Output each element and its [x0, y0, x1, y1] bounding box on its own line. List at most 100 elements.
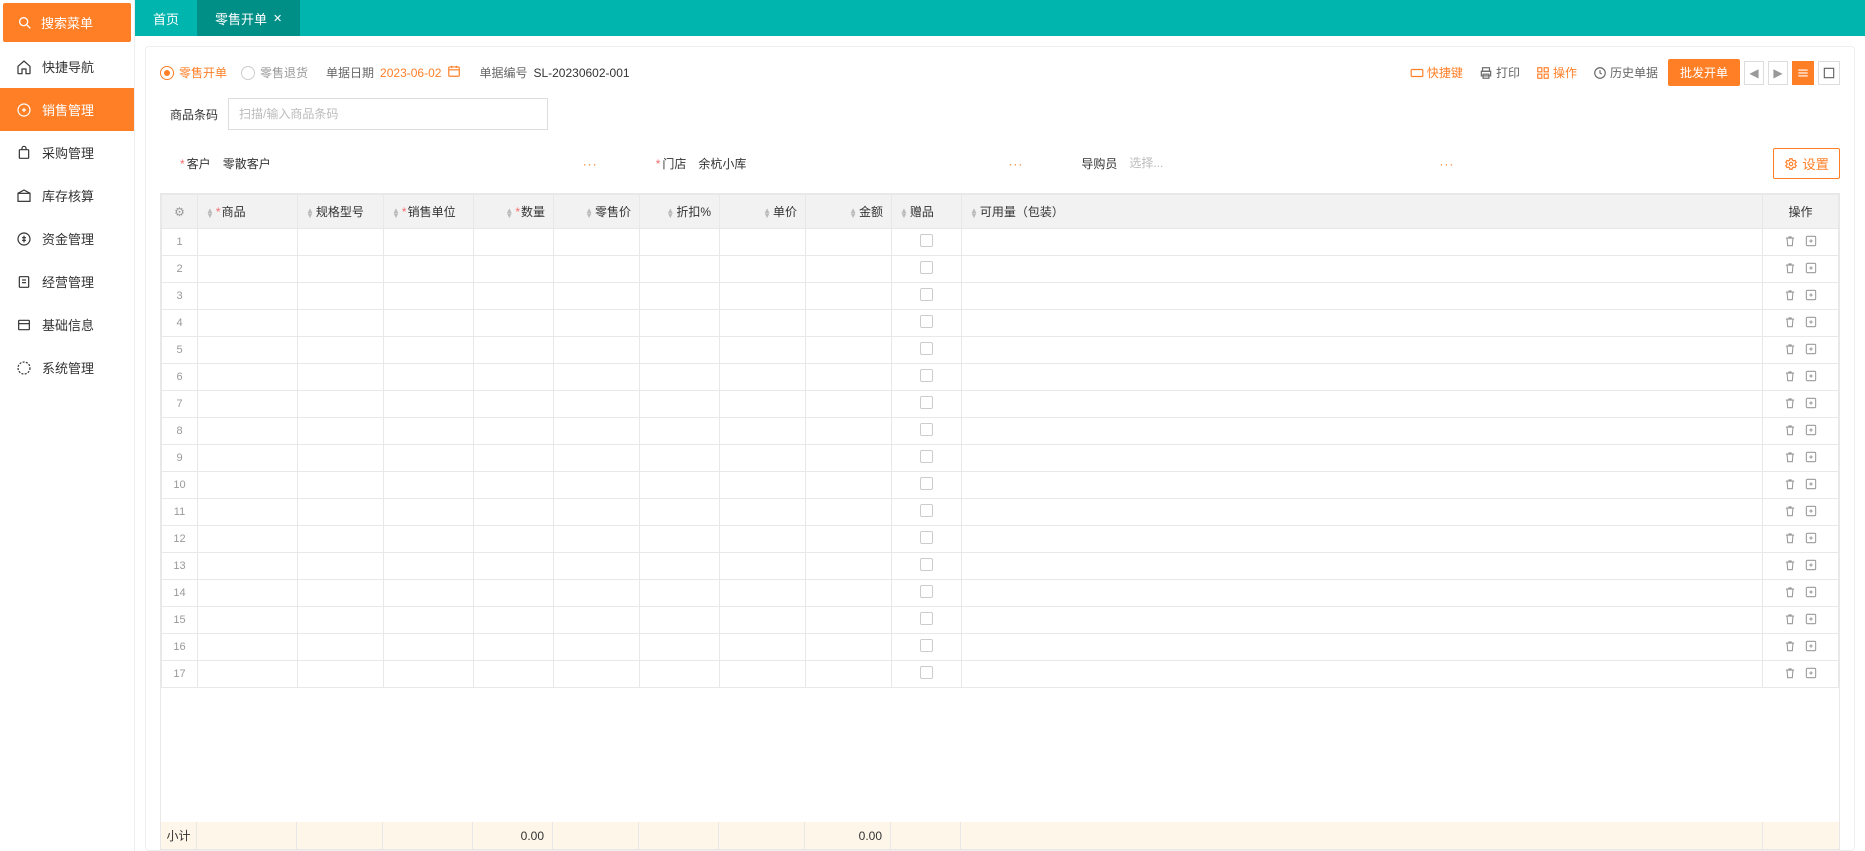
cell-gift[interactable] [892, 391, 962, 418]
cell-discount[interactable] [640, 445, 720, 472]
delete-row-button[interactable] [1781, 264, 1799, 278]
delete-row-button[interactable] [1781, 507, 1799, 521]
add-row-button[interactable] [1802, 426, 1820, 440]
cell-discount[interactable] [640, 391, 720, 418]
cell-gift[interactable] [892, 472, 962, 499]
nav-item-sale[interactable]: 销售管理 [0, 88, 134, 131]
cell-spec[interactable] [298, 526, 384, 553]
cell-qty[interactable] [474, 364, 554, 391]
delete-row-button[interactable] [1781, 588, 1799, 602]
table-row[interactable]: 14 [162, 580, 1839, 607]
cell-qty[interactable] [474, 310, 554, 337]
delete-row-button[interactable] [1781, 561, 1799, 575]
nav-item-purchase[interactable]: 采购管理 [0, 131, 134, 174]
cell-spec[interactable] [298, 256, 384, 283]
cell-spec[interactable] [298, 337, 384, 364]
cell-spec[interactable] [298, 607, 384, 634]
cell-retail-price[interactable] [554, 580, 640, 607]
cell-gift[interactable] [892, 526, 962, 553]
add-row-button[interactable] [1802, 561, 1820, 575]
col-amount[interactable]: ▲▼金额 [806, 195, 892, 229]
tab[interactable]: 首页 [135, 0, 197, 36]
cell-product[interactable] [198, 472, 298, 499]
col-spec[interactable]: ▲▼规格型号 [298, 195, 384, 229]
cell-retail-price[interactable] [554, 229, 640, 256]
table-row[interactable]: 13 [162, 553, 1839, 580]
cell-amount[interactable] [806, 391, 892, 418]
cell-qty[interactable] [474, 634, 554, 661]
cell-product[interactable] [198, 229, 298, 256]
table-row[interactable]: 15 [162, 607, 1839, 634]
cell-amount[interactable] [806, 283, 892, 310]
cell-spec[interactable] [298, 634, 384, 661]
cell-retail-price[interactable] [554, 418, 640, 445]
add-row-button[interactable] [1802, 534, 1820, 548]
cell-discount[interactable] [640, 256, 720, 283]
nav-item-system[interactable]: 系统管理 [0, 346, 134, 389]
close-icon[interactable]: ✕ [273, 12, 282, 25]
cell-unit-price[interactable] [720, 553, 806, 580]
add-row-button[interactable] [1802, 345, 1820, 359]
gift-checkbox[interactable] [920, 396, 933, 409]
gift-checkbox[interactable] [920, 315, 933, 328]
table-row[interactable]: 11 [162, 499, 1839, 526]
cell-qty[interactable] [474, 580, 554, 607]
cell-gift[interactable] [892, 580, 962, 607]
cell-retail-price[interactable] [554, 256, 640, 283]
operate-button[interactable]: 操作 [1530, 60, 1583, 85]
cell-spec[interactable] [298, 391, 384, 418]
cell-spec[interactable] [298, 364, 384, 391]
cell-unit-price[interactable] [720, 418, 806, 445]
table-row[interactable]: 2 [162, 256, 1839, 283]
cell-gift[interactable] [892, 256, 962, 283]
gift-checkbox[interactable] [920, 450, 933, 463]
col-gear[interactable]: ⚙ [162, 195, 198, 229]
cell-retail-price[interactable] [554, 661, 640, 688]
delete-row-button[interactable] [1781, 669, 1799, 683]
cell-unit[interactable] [384, 283, 474, 310]
delete-row-button[interactable] [1781, 291, 1799, 305]
radio-retail-return[interactable]: 零售退货 [241, 64, 308, 81]
add-row-button[interactable] [1802, 453, 1820, 467]
gift-checkbox[interactable] [920, 423, 933, 436]
cell-spec[interactable] [298, 229, 384, 256]
cell-amount[interactable] [806, 634, 892, 661]
cell-discount[interactable] [640, 580, 720, 607]
cell-unit[interactable] [384, 499, 474, 526]
customer-field[interactable] [219, 150, 569, 178]
add-row-button[interactable] [1802, 237, 1820, 251]
cell-discount[interactable] [640, 364, 720, 391]
col-retail-price[interactable]: ▲▼零售价 [554, 195, 640, 229]
cell-discount[interactable] [640, 634, 720, 661]
cell-unit[interactable] [384, 553, 474, 580]
gift-checkbox[interactable] [920, 612, 933, 625]
table-row[interactable]: 7 [162, 391, 1839, 418]
cell-qty[interactable] [474, 337, 554, 364]
gift-checkbox[interactable] [920, 234, 933, 247]
cell-unit-price[interactable] [720, 634, 806, 661]
print-button[interactable]: 打印 [1473, 60, 1526, 85]
cell-retail-price[interactable] [554, 472, 640, 499]
cell-unit[interactable] [384, 607, 474, 634]
cell-retail-price[interactable] [554, 607, 640, 634]
cell-unit-price[interactable] [720, 337, 806, 364]
cell-retail-price[interactable] [554, 445, 640, 472]
cell-retail-price[interactable] [554, 310, 640, 337]
cell-discount[interactable] [640, 337, 720, 364]
cell-unit-price[interactable] [720, 472, 806, 499]
cell-qty[interactable] [474, 256, 554, 283]
delete-row-button[interactable] [1781, 345, 1799, 359]
cell-amount[interactable] [806, 580, 892, 607]
delete-row-button[interactable] [1781, 399, 1799, 413]
table-row[interactable]: 12 [162, 526, 1839, 553]
cell-retail-price[interactable] [554, 391, 640, 418]
delete-row-button[interactable] [1781, 615, 1799, 629]
cell-unit[interactable] [384, 337, 474, 364]
col-unit-price[interactable]: ▲▼单价 [720, 195, 806, 229]
cell-retail-price[interactable] [554, 499, 640, 526]
list-view-button[interactable] [1792, 61, 1814, 85]
cell-unit[interactable] [384, 256, 474, 283]
gift-checkbox[interactable] [920, 585, 933, 598]
cell-unit[interactable] [384, 634, 474, 661]
cell-qty[interactable] [474, 661, 554, 688]
